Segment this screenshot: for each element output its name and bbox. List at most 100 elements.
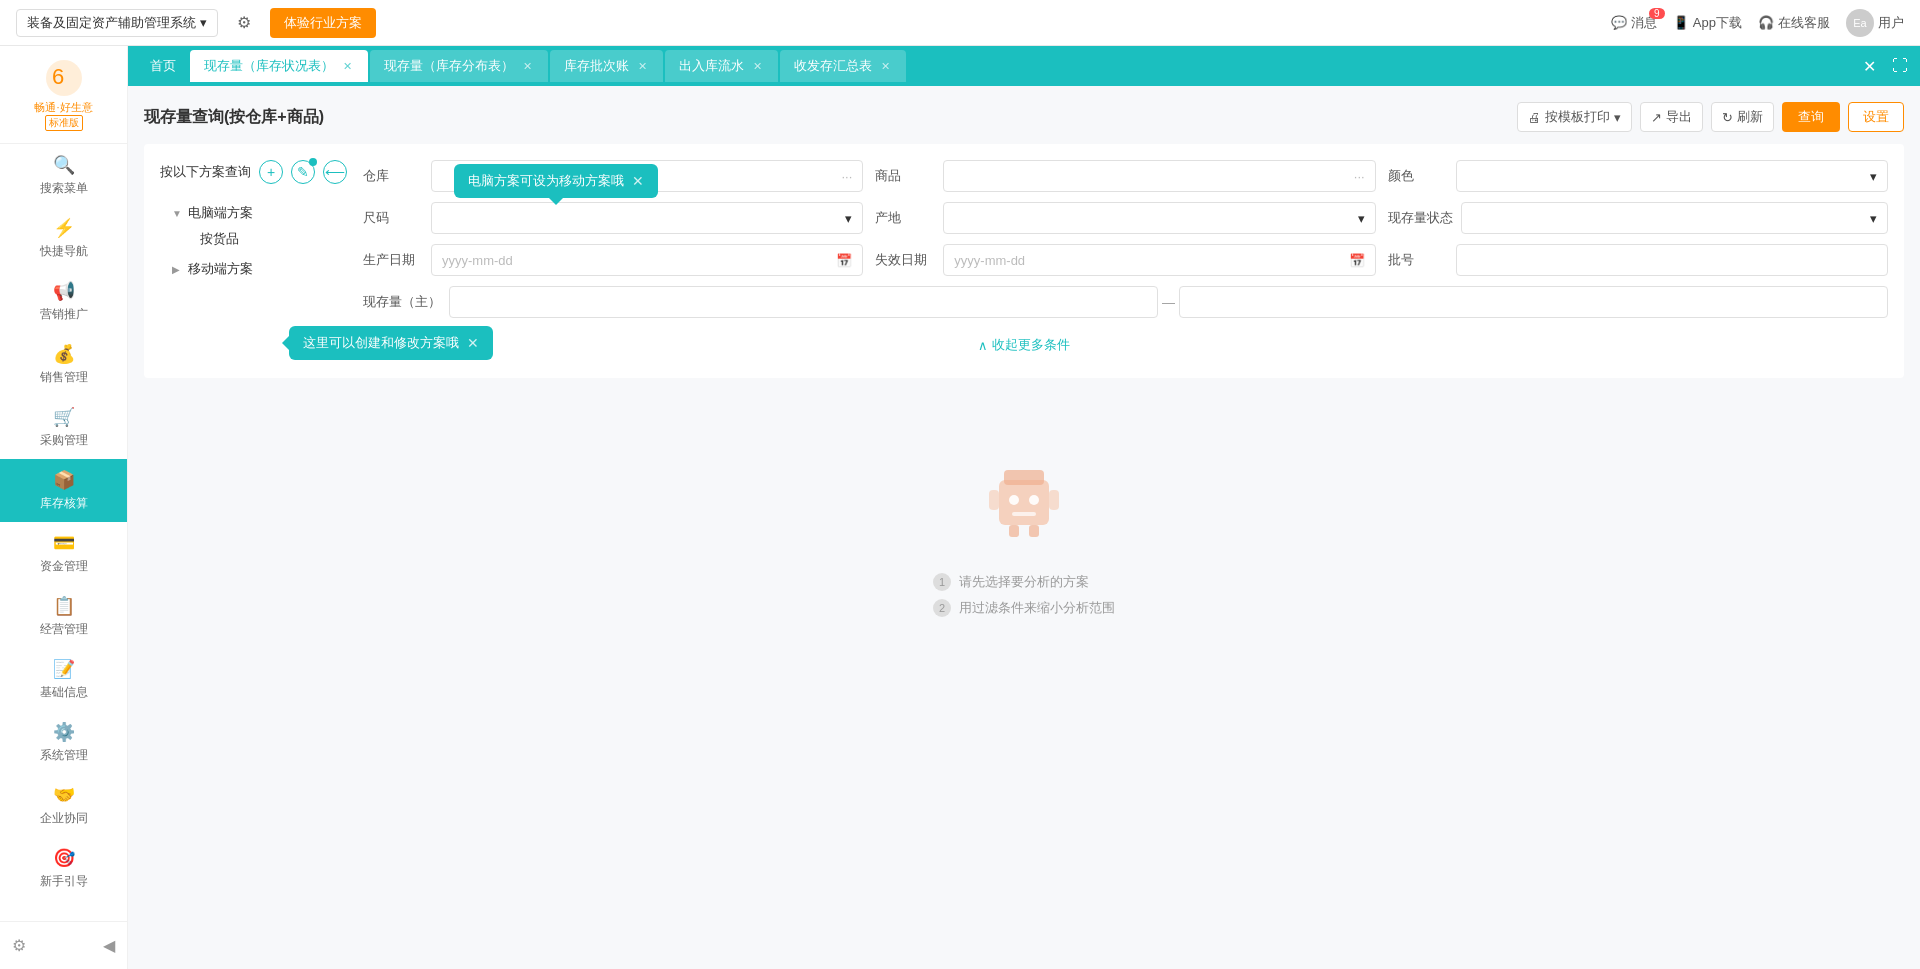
sales-icon: 💰	[53, 343, 75, 365]
tab-close-batch-account[interactable]: ✕	[635, 59, 649, 73]
tab-stock-status[interactable]: 现存量（库存状况表） ✕	[190, 50, 368, 82]
tree-item-mobile[interactable]: ▶ 移动端方案	[160, 256, 347, 282]
sidebar-settings-btn[interactable]: ⚙	[8, 932, 30, 959]
empty-step-1: 1 请先选择要分析的方案	[933, 573, 1115, 591]
sidebar-item-enterprise[interactable]: 🤝 企业协同	[0, 774, 127, 837]
sidebar-item-guide[interactable]: 🎯 新手引导	[0, 837, 127, 900]
goods-label: 商品	[875, 167, 935, 185]
tab-close-recv-summary[interactable]: ✕	[878, 59, 892, 73]
edit-icon: ✎	[297, 164, 309, 180]
tab-close-stock-dist[interactable]: ✕	[520, 59, 534, 73]
produce-date-label: 生产日期	[363, 251, 423, 269]
tree-item-sub[interactable]: 按货品	[184, 226, 347, 252]
tabs-fullscreen-btn[interactable]: ⛶	[1888, 53, 1912, 79]
batch-field: 批号	[1388, 244, 1888, 276]
sidebar-item-finance[interactable]: 💳 资金管理	[0, 522, 127, 585]
size-field: 尺码 ▾	[363, 202, 863, 234]
logo-text: 畅通·好生意	[34, 100, 92, 115]
batch-input[interactable]	[1456, 244, 1888, 276]
stock-from-input[interactable]	[449, 286, 1158, 318]
sidebar-label: 销售管理	[40, 369, 88, 386]
empty-steps: 1 请先选择要分析的方案 2 用过滤条件来缩小分析范围	[933, 573, 1115, 617]
bell-icon: 💬	[1611, 15, 1627, 30]
back-btn[interactable]: ⟵	[323, 160, 347, 184]
export-btn[interactable]: ↗ 导出	[1640, 102, 1703, 132]
tooltip-close-1[interactable]: ✕	[632, 173, 644, 189]
set-btn[interactable]: 设置	[1848, 102, 1904, 132]
produce-date-input[interactable]: yyyy-mm-dd 📅	[431, 244, 863, 276]
size-select[interactable]: ▾	[431, 202, 863, 234]
stock-to-input[interactable]	[1179, 286, 1888, 318]
add-scheme-btn[interactable]: +	[259, 160, 283, 184]
tab-close-in-out-flow[interactable]: ✕	[750, 59, 764, 73]
query-btn[interactable]: 查询	[1782, 102, 1840, 132]
sidebar-item-sales[interactable]: 💰 销售管理	[0, 333, 127, 396]
notice-item[interactable]: 💬 消息 9	[1611, 14, 1657, 32]
edit-scheme-btn[interactable]: ✎	[291, 160, 315, 184]
online-support[interactable]: 🎧 在线客服	[1758, 14, 1830, 32]
tabs-right: ✕ ⛶	[1859, 53, 1912, 80]
top-bar-left: 装备及固定资产辅助管理系统 ▾ ⚙ 体验行业方案	[16, 8, 376, 38]
refresh-icon: ↻	[1722, 110, 1733, 125]
tabs-bar: 首页 现存量（库存状况表） ✕ 现存量（库存分布表） ✕ 库存批次账 ✕ 出入库…	[128, 46, 1920, 86]
collapse-btn[interactable]: ∧ 收起更多条件	[978, 336, 1070, 354]
user-profile[interactable]: Ea 用户	[1846, 9, 1904, 37]
sidebar-item-basic-info[interactable]: 📝 基础信息	[0, 648, 127, 711]
expire-date-input[interactable]: yyyy-mm-dd 📅	[943, 244, 1375, 276]
tooltip-text2: 这里可以创建和修改方案哦	[303, 334, 459, 352]
svg-rect-6	[1012, 512, 1036, 516]
tree-child-sub: 按货品	[160, 226, 347, 252]
range-separator: —	[1162, 295, 1175, 310]
notice-badge: 9	[1649, 8, 1665, 19]
sidebar-label: 营销推广	[40, 306, 88, 323]
marketing-icon: 📢	[53, 280, 75, 302]
tab-stock-dist[interactable]: 现存量（库存分布表） ✕	[370, 50, 548, 82]
warehouse-label: 仓库	[363, 167, 423, 185]
tooltip-arrow-left	[282, 336, 289, 350]
sidebar-item-quick-nav[interactable]: ⚡ 快捷导航	[0, 207, 127, 270]
color-select[interactable]: ▾	[1456, 160, 1888, 192]
settings-icon[interactable]: ⚙	[230, 9, 258, 37]
system-selector[interactable]: 装备及固定资产辅助管理系统 ▾	[16, 9, 218, 37]
sidebar-collapse-btn[interactable]: ◀	[99, 932, 119, 959]
tab-close-stock-status[interactable]: ✕	[340, 59, 354, 73]
main-layout: 6 畅通·好生意 标准版 🔍 搜索菜单 ⚡ 快捷导航 📢 营销推广	[0, 46, 1920, 969]
chevron-up-icon: ∧	[978, 338, 988, 353]
basic-info-icon: 📝	[53, 658, 75, 680]
sidebar-label: 系统管理	[40, 747, 88, 764]
origin-select[interactable]: ▾	[943, 202, 1375, 234]
stock-status-label: 现存量状态	[1388, 209, 1453, 227]
sidebar: 6 畅通·好生意 标准版 🔍 搜索菜单 ⚡ 快捷导航 📢 营销推广	[0, 46, 128, 969]
tab-batch-account[interactable]: 库存批次账 ✕	[550, 50, 663, 82]
sidebar-item-search-menu[interactable]: 🔍 搜索菜单	[0, 144, 127, 207]
tab-home[interactable]: 首页	[136, 57, 190, 75]
sidebar-item-purchase[interactable]: 🛒 采购管理	[0, 396, 127, 459]
top-bar: 装备及固定资产辅助管理系统 ▾ ⚙ 体验行业方案 💬 消息 9 📱 App下载 …	[0, 0, 1920, 46]
sidebar-label: 库存核算	[40, 495, 88, 512]
produce-date-field: 生产日期 yyyy-mm-dd 📅	[363, 244, 863, 276]
svg-rect-9	[1009, 525, 1019, 537]
refresh-btn[interactable]: ↻ 刷新	[1711, 102, 1774, 132]
print-btn[interactable]: 🖨 按模板打印 ▾	[1517, 102, 1632, 132]
sidebar-item-marketing[interactable]: 📢 营销推广	[0, 270, 127, 333]
stock-status-select[interactable]: ▾	[1461, 202, 1888, 234]
tab-recv-summary[interactable]: 收发存汇总表 ✕	[780, 50, 906, 82]
purchase-icon: 🛒	[53, 406, 75, 428]
industry-btn[interactable]: 体验行业方案	[270, 8, 376, 38]
sidebar-label: 企业协同	[40, 810, 88, 827]
tab-in-out-flow[interactable]: 出入库流水 ✕	[665, 50, 778, 82]
goods-select[interactable]: ···	[943, 160, 1375, 192]
sidebar-item-system[interactable]: ⚙️ 系统管理	[0, 711, 127, 774]
goods-field: 商品 ···	[875, 160, 1375, 192]
tabs-close-all-btn[interactable]: ✕	[1859, 53, 1880, 80]
sidebar-item-inventory[interactable]: 📦 库存核算	[0, 459, 127, 522]
app-download[interactable]: 📱 App下载	[1673, 14, 1742, 32]
svg-rect-2	[999, 480, 1049, 525]
content-area: 首页 现存量（库存状况表） ✕ 现存量（库存分布表） ✕ 库存批次账 ✕ 出入库…	[128, 46, 1920, 969]
tree-item-pc[interactable]: ▼ 电脑端方案	[160, 200, 347, 226]
scheme-section: 按以下方案查询 + ✎ ⟵	[160, 160, 347, 290]
guide-icon: 🎯	[53, 847, 75, 869]
sidebar-item-operations[interactable]: 📋 经营管理	[0, 585, 127, 648]
color-field: 颜色 ▾	[1388, 160, 1888, 192]
tooltip-close-2[interactable]: ✕	[467, 335, 479, 351]
